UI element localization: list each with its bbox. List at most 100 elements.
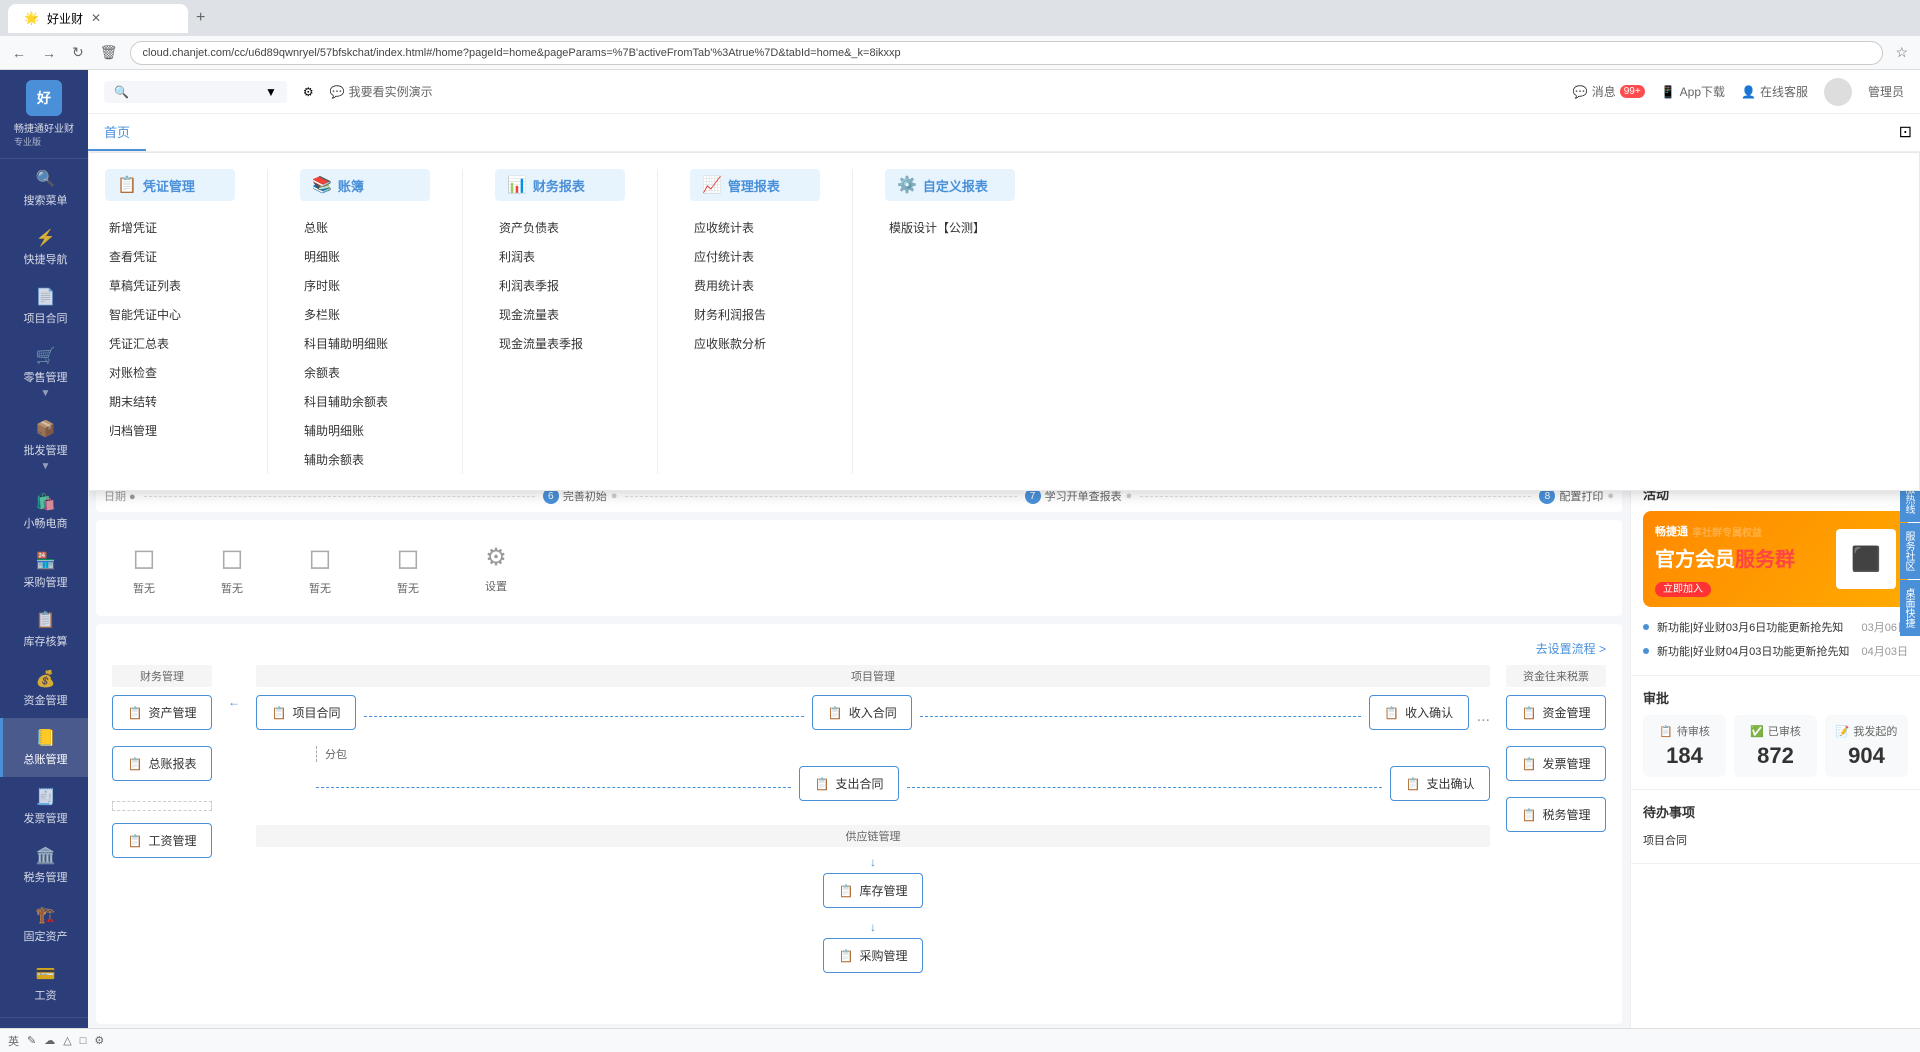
workflow-box-expense-contract[interactable]: 📋 支出合同 <box>799 766 899 801</box>
demo-btn[interactable]: 💬 我要看实例演示 <box>330 83 433 100</box>
workflow-box-inventory[interactable]: 📋 库存管理 <box>823 873 923 908</box>
search-box[interactable]: 🔍 ▼ <box>104 81 287 103</box>
sidebar-item-shortcuts[interactable]: ⚡ 快捷导航 <box>0 218 88 277</box>
square-icon[interactable]: □ <box>80 1035 87 1047</box>
menu-item-general-ledger[interactable]: 总账 <box>300 213 430 242</box>
message-btn[interactable]: 💬 消息 99+ <box>1573 83 1645 100</box>
sidebar-item-wholesale[interactable]: 📦 批发管理 ▼ <box>0 409 88 482</box>
workflow-box-project[interactable]: 📋 项目合同 <box>256 695 356 730</box>
workflow-box-income-confirm[interactable]: 📋 收入确认 <box>1369 695 1469 730</box>
forward-button[interactable]: → <box>38 43 60 63</box>
menu-item-smart-voucher[interactable]: 智能凭证中心 <box>105 300 235 329</box>
bookmark-button[interactable]: ☆ <box>1891 42 1912 63</box>
menu-item-cashflow[interactable]: 现金流量表 <box>495 300 625 329</box>
icon-card-4[interactable]: ◻ 暂无 <box>368 528 448 608</box>
sidebar-item-purchase[interactable]: 🏪 采购管理 <box>0 541 88 600</box>
tab-home[interactable]: 首页 <box>88 114 146 151</box>
menu-item-template-design[interactable]: 模版设计【公测】 <box>885 213 1015 242</box>
approval-card-pending[interactable]: 📋 待审核 184 <box>1643 715 1726 777</box>
close-tab-btn[interactable]: ✕ <box>91 11 101 25</box>
lang-btn[interactable]: 英 <box>8 1033 19 1049</box>
subpackage-label: 分包 <box>316 746 1490 762</box>
workflow-box-payroll[interactable]: 📋 工资管理 <box>112 823 212 858</box>
menu-item-draft-voucher[interactable]: 草稿凭证列表 <box>105 271 235 300</box>
menu-item-reconcile[interactable]: 对账检查 <box>105 358 235 387</box>
address-bar[interactable] <box>130 41 1884 65</box>
news-item-2[interactable]: 新功能|好业财04月03日功能更新抢先知 04月03日 <box>1643 639 1908 663</box>
sidebar-item-fund[interactable]: 💰 资金管理 <box>0 659 88 718</box>
back-button[interactable]: ← <box>8 43 30 63</box>
menu-item-view-voucher[interactable]: 查看凭证 <box>105 242 235 271</box>
workflow-box-purchase[interactable]: 📋 采购管理 <box>823 938 923 973</box>
approval-card-approved[interactable]: ✅ 已审核 872 <box>1734 715 1817 777</box>
down-arrow-1: ↓ <box>870 855 876 869</box>
sidebar-item-ledger[interactable]: 📒 总账管理 <box>0 718 88 777</box>
workflow-box-asset[interactable]: 📋 资产管理 <box>112 695 212 730</box>
setup-flow-link[interactable]: 去设置流程 > <box>1536 640 1606 657</box>
cloud-icon[interactable]: ☁ <box>44 1034 55 1047</box>
menu-item-aux-detail[interactable]: 辅助明细账 <box>300 416 430 445</box>
menu-item-cashflow-quarterly[interactable]: 现金流量表季报 <box>495 329 625 358</box>
sidebar-item-retail[interactable]: 🛒 零售管理 ▼ <box>0 336 88 409</box>
menu-item-balance-sheet[interactable]: 资产负债表 <box>495 213 625 242</box>
menu-item-income-quarterly[interactable]: 利润表季报 <box>495 271 625 300</box>
workflow-box-fund[interactable]: 📋 资金管理 <box>1506 695 1606 730</box>
menu-item-add-voucher[interactable]: 新增凭证 <box>105 213 235 242</box>
icon-card-settings[interactable]: ⚙ 设置 <box>456 528 536 608</box>
todo-item-project[interactable]: 项目合同 <box>1643 829 1908 851</box>
menu-item-multi-column[interactable]: 多栏账 <box>300 300 430 329</box>
sidebar-item-tax[interactable]: 🏛️ 税务管理 <box>0 836 88 895</box>
menu-item-subject-balance[interactable]: 科目辅助余额表 <box>300 387 430 416</box>
sidebar-item-payroll[interactable]: 💳 工资 <box>0 954 88 1013</box>
new-tab-button[interactable]: + <box>196 9 205 27</box>
menu-item-ap-stats[interactable]: 应付统计表 <box>690 242 820 271</box>
sidebar-item-assets[interactable]: 🏗️ 固定资产 <box>0 895 88 954</box>
workflow-box-tax[interactable]: 📋 税务管理 <box>1506 797 1606 832</box>
sidebar-item-project[interactable]: 📄 项目合同 <box>0 277 88 336</box>
menu-item-balance-table[interactable]: 余额表 <box>300 358 430 387</box>
float-btn-desktop[interactable]: 桌面快捷 <box>1900 580 1920 636</box>
menu-item-subject-detail[interactable]: 科目辅助明细账 <box>300 329 430 358</box>
refresh-button[interactable]: ↻ <box>68 42 88 63</box>
approval-card-submitted[interactable]: 📝 我发起的 904 <box>1825 715 1908 777</box>
settings-btn[interactable]: ⚙ <box>303 85 314 99</box>
menu-item-archive[interactable]: 归档管理 <box>105 416 235 445</box>
icon-card-3[interactable]: ◻ 暂无 <box>280 528 360 608</box>
menu-item-detail-account[interactable]: 明细账 <box>300 242 430 271</box>
app-name: 畅捷通好业财 专业版 <box>14 120 74 148</box>
icon-card-1[interactable]: ◻ 暂无 <box>104 528 184 608</box>
browser-tab[interactable]: 🌟 好业财 ✕ <box>8 4 188 33</box>
menu-item-period-close[interactable]: 期末结转 <box>105 387 235 416</box>
menu-item-expense-stats[interactable]: 费用统计表 <box>690 271 820 300</box>
menu-item-ar-stats[interactable]: 应收统计表 <box>690 213 820 242</box>
menu-item-profit-report[interactable]: 财务利润报告 <box>690 300 820 329</box>
workflow-box-invoice[interactable]: 📋 发票管理 <box>1506 746 1606 781</box>
sidebar-item-invoice[interactable]: 🧾 发票管理 <box>0 777 88 836</box>
online-service-btn[interactable]: 👤 在线客服 <box>1741 83 1808 100</box>
invoice-box-icon: 📋 <box>1522 757 1537 771</box>
expand-btn[interactable]: ⊡ <box>1891 114 1920 151</box>
edit-icon[interactable]: ✎ <box>27 1034 36 1047</box>
workflow-box-expense-confirm[interactable]: 📋 支出确认 <box>1390 766 1490 801</box>
float-btn-community[interactable]: 服务社区 <box>1900 523 1920 579</box>
user-avatar[interactable] <box>1824 78 1852 106</box>
triangle-icon[interactable]: △ <box>63 1034 71 1047</box>
menu-item-journal[interactable]: 序时账 <box>300 271 430 300</box>
menu-item-ar-analysis[interactable]: 应收账款分析 <box>690 329 820 358</box>
menu-item-voucher-summary[interactable]: 凭证汇总表 <box>105 329 235 358</box>
delete-button[interactable]: 🗑 <box>96 42 122 63</box>
body-split: 日期 ● 6 完善初始 ● 7 学习开单查报表 ● <box>88 472 1920 1052</box>
icon-card-2[interactable]: ◻ 暂无 <box>192 528 272 608</box>
news-item-1[interactable]: 新功能|好业财03月6日功能更新抢先知 03月06日 <box>1643 615 1908 639</box>
app-download-btn[interactable]: 📱 App下载 <box>1661 83 1725 100</box>
sidebar-item-ecommerce[interactable]: 🛍️ 小畅电商 <box>0 482 88 541</box>
search-input[interactable] <box>137 85 257 99</box>
sidebar-item-search[interactable]: 🔍 搜索菜单 <box>0 159 88 218</box>
sidebar-item-inventory[interactable]: 📋 库存核算 <box>0 600 88 659</box>
approved-label: ✅ 已审核 <box>1742 723 1809 739</box>
workflow-box-ledger-report[interactable]: 📋 总账报表 <box>112 746 212 781</box>
gear-status-icon[interactable]: ⚙ <box>94 1034 104 1047</box>
workflow-box-income-contract[interactable]: 📋 收入合同 <box>812 695 912 730</box>
menu-item-income-statement[interactable]: 利润表 <box>495 242 625 271</box>
menu-item-aux-balance[interactable]: 辅助余额表 <box>300 445 430 474</box>
